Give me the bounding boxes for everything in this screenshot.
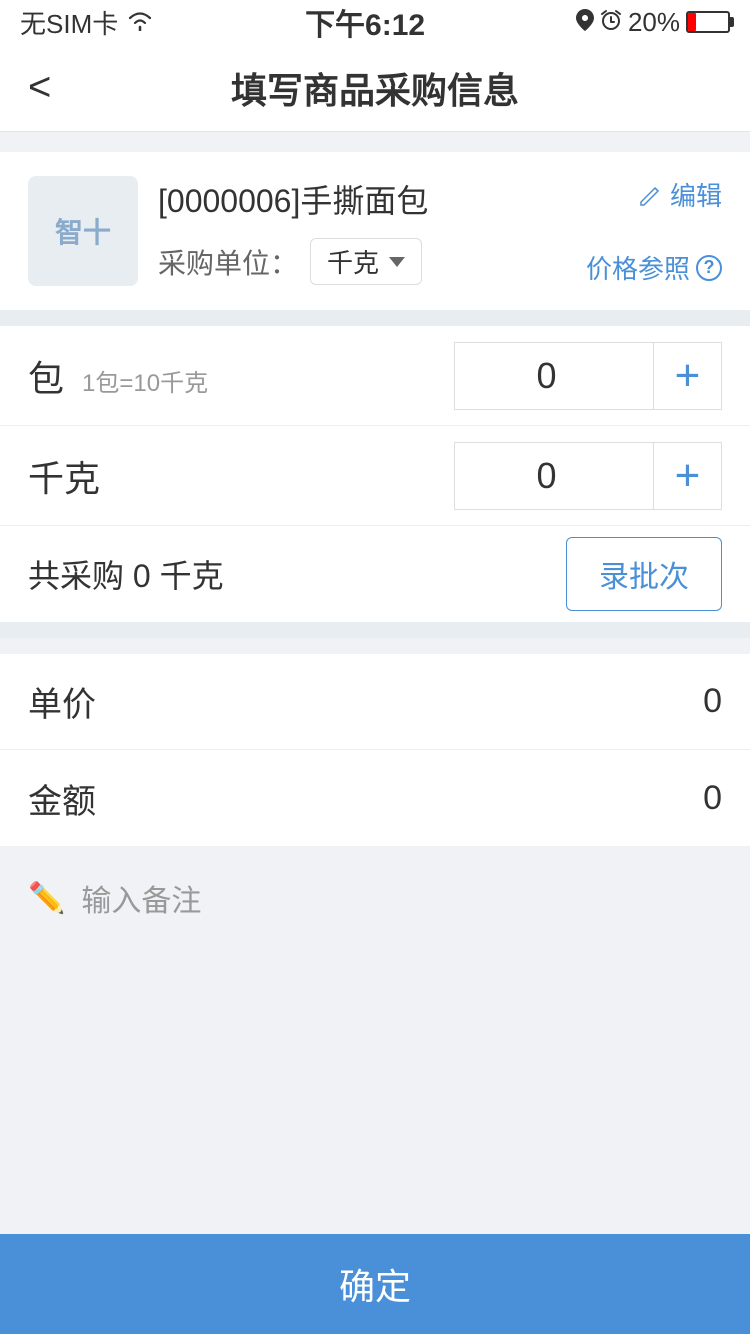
unit-selector[interactable]: 千克: [310, 238, 422, 285]
price-ref-button[interactable]: 价格参照 ?: [586, 249, 722, 286]
qty-label-kg: 千克: [28, 450, 454, 502]
page-title: 填写商品采购信息: [231, 62, 519, 114]
back-button[interactable]: <: [28, 65, 51, 110]
batch-button[interactable]: 录批次: [566, 537, 722, 611]
qty-row-bao: 包 1包=10千克 +: [0, 326, 750, 426]
price-label-unit: 单价: [28, 677, 96, 726]
info-icon: ?: [696, 255, 722, 281]
confirm-button[interactable]: 确定: [0, 1234, 750, 1334]
qty-sublabel-bao: 1包=10千克: [82, 370, 208, 397]
price-row-amount: 金额 0: [0, 750, 750, 846]
unit-label: 采购单位：: [158, 242, 298, 282]
status-bar: 无SIM卡 下午6:12 20%: [0, 0, 750, 44]
wifi-icon: [126, 7, 154, 38]
location-icon: [576, 7, 594, 38]
status-left: 无SIM卡: [20, 4, 154, 41]
remark-section[interactable]: ✏️ 输入备注: [0, 848, 750, 948]
qty-input-wrap-kg: +: [454, 442, 722, 510]
qty-input-bao[interactable]: [454, 342, 654, 410]
summary-text: 共采购 0 千克: [28, 551, 224, 597]
price-value-amount: 0: [703, 779, 722, 818]
summary-row: 共采购 0 千克 录批次: [0, 526, 750, 622]
qty-section: 包 1包=10千克 + 千克 +: [0, 326, 750, 526]
price-value-unit: 0: [703, 682, 722, 721]
qty-input-kg[interactable]: [454, 442, 654, 510]
carrier-label: 无SIM卡: [20, 4, 118, 41]
price-label-amount: 金额: [28, 774, 96, 823]
status-right: 20%: [576, 7, 730, 38]
product-image: 智十: [28, 176, 138, 286]
chevron-down-icon: [389, 257, 405, 267]
product-logo: 智十: [55, 211, 111, 251]
section-divider-2: [0, 622, 750, 638]
price-row-unit: 单价 0: [0, 654, 750, 750]
pencil-icon: ✏️: [28, 881, 65, 916]
section-divider-1: [0, 310, 750, 326]
price-section: 单价 0 金额 0: [0, 654, 750, 846]
edit-button[interactable]: 编辑: [638, 176, 722, 213]
qty-row-kg: 千克 +: [0, 426, 750, 526]
battery-label: 20%: [628, 7, 680, 38]
status-time: 下午6:12: [305, 0, 425, 44]
qty-label-bao: 包 1包=10千克: [28, 350, 454, 402]
qty-input-wrap-bao: +: [454, 342, 722, 410]
nav-bar: < 填写商品采购信息: [0, 44, 750, 132]
qty-plus-bao[interactable]: +: [654, 342, 722, 410]
remark-placeholder: 输入备注: [81, 876, 201, 920]
alarm-icon: [600, 7, 622, 38]
battery-icon: [686, 11, 730, 33]
qty-plus-kg[interactable]: +: [654, 442, 722, 510]
product-card: 智十 [0000006]手撕面包 采购单位： 千克 编辑 价格参照 ?: [0, 152, 750, 310]
